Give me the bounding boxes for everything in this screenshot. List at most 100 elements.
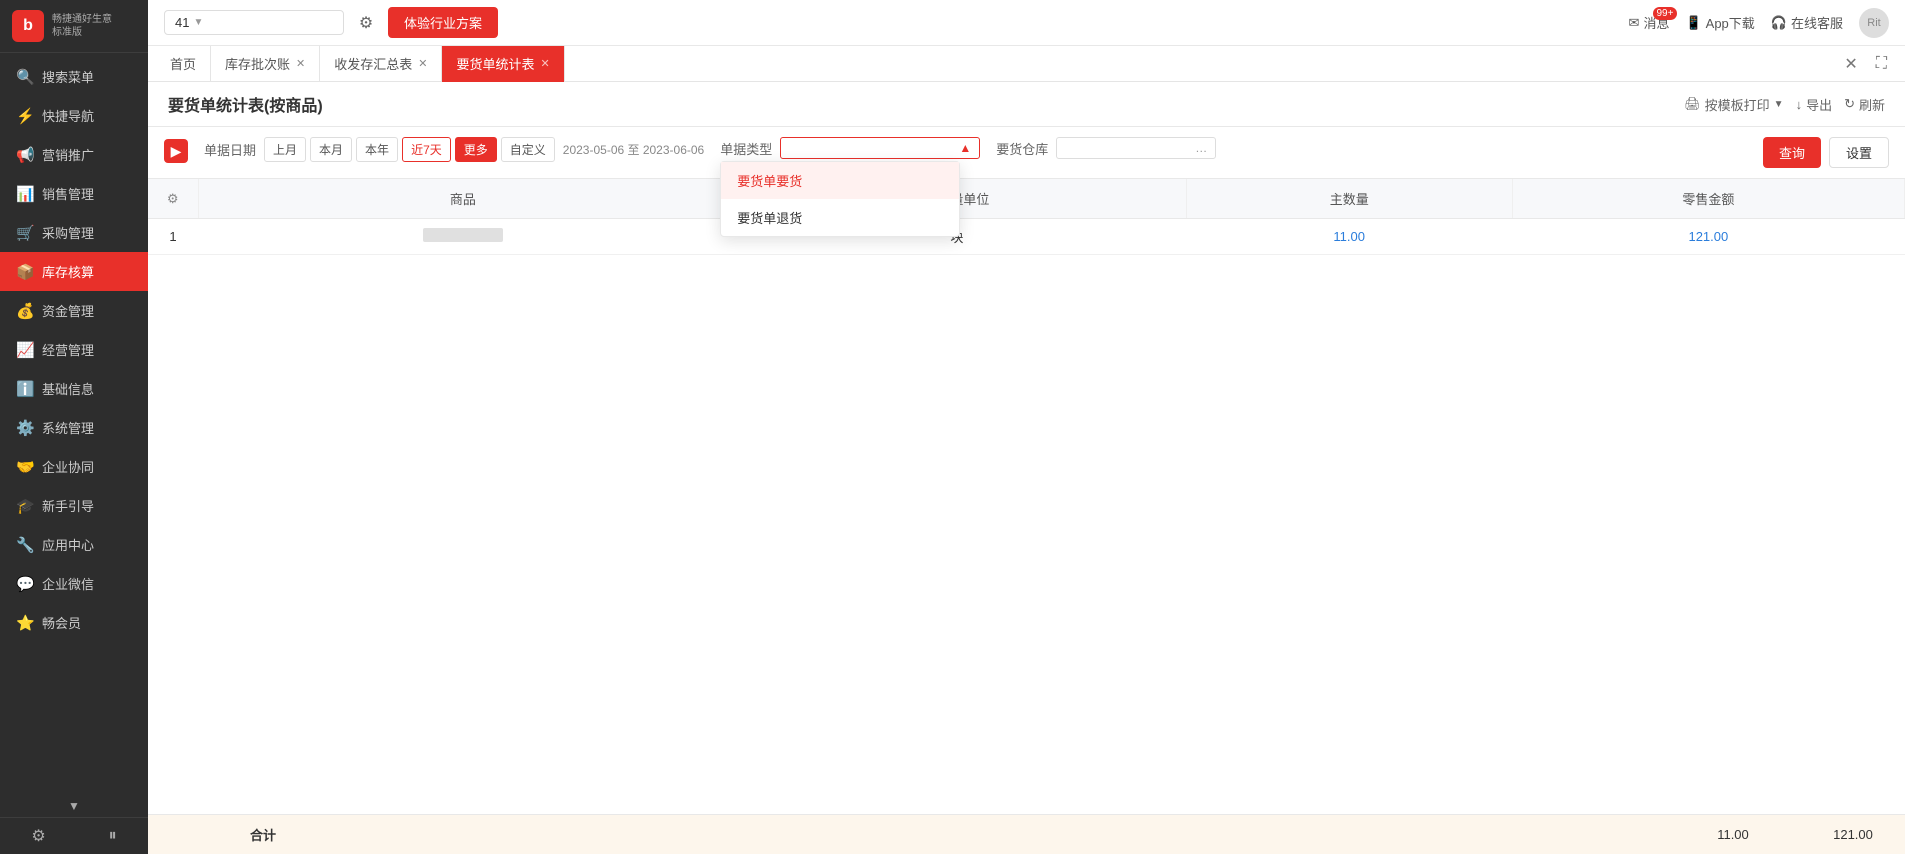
sidebar-scroll-down[interactable]: ▼: [0, 795, 148, 817]
refresh-icon: ↻: [1844, 96, 1855, 112]
sidebar-menu: 🔍 搜索菜单 ⚡ 快捷导航 📢 营销推广 📊 销售管理 🛒 采购管理 📦 库存核…: [0, 53, 148, 795]
page-actions: 🖨 按模板打印 ▼ ↓ 导出 ↻ 刷新: [1684, 95, 1885, 114]
sidebar-item-2[interactable]: 📢 营销推广: [0, 135, 148, 174]
download-icon: 📱: [1685, 15, 1701, 31]
tab-label-2: 收发存汇总表: [334, 54, 412, 73]
collapse-icon[interactable]: ⏸: [109, 827, 117, 845]
table-footer: 合计 11.00 121.00: [148, 814, 1905, 854]
sidebar-item-4[interactable]: 🛒 采购管理: [0, 213, 148, 252]
sidebar-label-11: 新手引导: [42, 496, 94, 515]
user-avatar[interactable]: Rit: [1859, 8, 1889, 38]
sidebar-icon-0: 🔍: [16, 68, 34, 86]
warehouse-selector[interactable]: …: [1056, 137, 1216, 159]
tab-label-3: 要货单统计表: [456, 54, 534, 73]
print-icon: 🖨: [1684, 96, 1701, 112]
close-tab-button[interactable]: ✕: [1838, 52, 1863, 76]
sidebar-item-0[interactable]: 🔍 搜索菜单: [0, 57, 148, 96]
sidebar-item-1[interactable]: ⚡ 快捷导航: [0, 96, 148, 135]
tab-1[interactable]: 库存批次账✕: [211, 46, 320, 82]
tab-close-2[interactable]: ✕: [418, 57, 427, 70]
company-name: 41: [175, 15, 189, 30]
settings-btn[interactable]: 设置: [1829, 137, 1889, 168]
tab-close-3[interactable]: ✕: [541, 57, 550, 70]
app-download-button[interactable]: 📱 App下载: [1685, 13, 1754, 32]
col-gear-icon[interactable]: ⚙: [167, 191, 179, 207]
sidebar-label-7: 经营管理: [42, 340, 94, 359]
sidebar-label-3: 销售管理: [42, 184, 94, 203]
tab-0[interactable]: 首页: [156, 46, 211, 82]
trial-button[interactable]: 体验行业方案: [388, 7, 498, 38]
prev-month-btn[interactable]: 上月: [264, 137, 306, 162]
avatar-placeholder: Rit: [1867, 17, 1880, 29]
topbar-right: ✉ 消息 99+ 📱 App下载 🎧 在线客服 Rit: [1629, 8, 1889, 38]
tab-3[interactable]: 要货单统计表 ✕: [442, 46, 564, 82]
sidebar-item-3[interactable]: 📊 销售管理: [0, 174, 148, 213]
table-header-row: ⚙ 商品 主计量单位 主数量 零售金额: [148, 179, 1905, 219]
sidebar-item-11[interactable]: 🎓 新手引导: [0, 486, 148, 525]
sidebar-item-7[interactable]: 📈 经营管理: [0, 330, 148, 369]
topbar: 41 ▼ ⚙ 体验行业方案 ✉ 消息 99+ 📱 App下载 🎧 在线客服 Ri…: [148, 0, 1905, 46]
sidebar-item-8[interactable]: ℹ️ 基础信息: [0, 369, 148, 408]
sidebar-bottom: ⚙ ⏸: [0, 817, 148, 854]
sidebar-item-14[interactable]: ⭐ 畅会员: [0, 603, 148, 642]
sidebar-item-5[interactable]: 📦 库存核算: [0, 252, 148, 291]
page-content: 要货单统计表(按商品) 🖨 按模板打印 ▼ ↓ 导出 ↻ 刷新 ▶: [148, 82, 1905, 854]
sidebar-icon-13: 💬: [16, 575, 34, 593]
topbar-left: 41 ▼ ⚙ 体验行业方案: [164, 7, 1617, 38]
sidebar-label-10: 企业协同: [42, 457, 94, 476]
dropdown-item-0[interactable]: 要货单要货: [721, 162, 959, 199]
logo-text: 畅捷通好生意 标准版: [52, 13, 112, 39]
filter-actions: 查询 设置: [1763, 137, 1889, 168]
refresh-button[interactable]: ↻ 刷新: [1844, 95, 1885, 114]
dropdown-item-1[interactable]: 要货单退货: [721, 199, 959, 236]
message-button[interactable]: ✉ 消息 99+: [1629, 13, 1670, 32]
date-filter-group: 单据日期 上月 本月 本年 近7天 更多 自定义 2023-05-06 至 20…: [204, 137, 704, 162]
more-btn[interactable]: 更多: [455, 137, 497, 162]
online-service-button[interactable]: 🎧 在线客服: [1771, 13, 1843, 32]
curr-year-btn[interactable]: 本年: [356, 137, 398, 162]
print-button[interactable]: 🖨 按模板打印 ▼: [1684, 95, 1783, 114]
cell-index-0: 1: [148, 219, 198, 255]
sidebar-item-6[interactable]: 💰 资金管理: [0, 291, 148, 330]
sidebar-icon-14: ⭐: [16, 614, 34, 632]
tab-label-0: 首页: [170, 54, 196, 73]
sidebar-item-12[interactable]: 🔧 应用中心: [0, 525, 148, 564]
cell-quantity-0[interactable]: 11.00: [1186, 219, 1512, 255]
page-title: 要货单统计表(按商品): [168, 92, 323, 116]
page-header: 要货单统计表(按商品) 🖨 按模板打印 ▼ ↓ 导出 ↻ 刷新: [148, 82, 1905, 127]
type-selector[interactable]: ▲: [780, 137, 980, 159]
type-filter-group: 单据类型 ▲ 要货单要货要货单退货: [720, 137, 980, 159]
custom-btn[interactable]: 自定义: [501, 137, 555, 162]
curr-month-btn[interactable]: 本月: [310, 137, 352, 162]
sidebar-item-10[interactable]: 🤝 企业协同: [0, 447, 148, 486]
sidebar-icon-6: 💰: [16, 302, 34, 320]
last-7-days-btn[interactable]: 近7天: [402, 137, 451, 162]
sidebar-label-13: 企业微信: [42, 574, 94, 593]
filter-expand-button[interactable]: ▶: [164, 139, 188, 163]
col-product: 商品: [198, 179, 728, 219]
expand-tab-button[interactable]: ⛶: [1870, 53, 1893, 75]
company-selector[interactable]: 41 ▼: [164, 10, 344, 35]
export-button[interactable]: ↓ 导出: [1796, 95, 1833, 114]
cell-amount-0[interactable]: 121.00: [1512, 219, 1904, 255]
type-filter-label: 单据类型: [720, 139, 772, 158]
footer-amount: 121.00: [1813, 827, 1893, 842]
sidebar-icon-9: ⚙️: [16, 419, 34, 437]
sidebar-item-13[interactable]: 💬 企业微信: [0, 564, 148, 603]
topbar-gear-button[interactable]: ⚙: [352, 9, 380, 37]
sidebar-label-0: 搜索菜单: [42, 67, 94, 86]
more-icon: …: [1195, 141, 1207, 155]
col-settings: ⚙: [148, 179, 198, 219]
filter-bar: ▶ 单据日期 上月 本月 本年 近7天 更多 自定义 2023-05-06 至 …: [148, 127, 1905, 179]
sidebar-item-9[interactable]: ⚙️ 系统管理: [0, 408, 148, 447]
query-button[interactable]: 查询: [1763, 137, 1821, 168]
tab-2[interactable]: 收发存汇总表 ✕: [320, 46, 442, 82]
settings-icon[interactable]: ⚙: [31, 826, 45, 846]
tab-close-1[interactable]: ✕: [296, 57, 305, 70]
sidebar-label-4: 采购管理: [42, 223, 94, 242]
headset-icon: 🎧: [1771, 15, 1787, 31]
sidebar-icon-10: 🤝: [16, 458, 34, 476]
table-row: 1 块 11.00 121.00: [148, 219, 1905, 255]
footer-label: 合计: [250, 825, 276, 844]
sidebar-icon-5: 📦: [16, 263, 34, 281]
